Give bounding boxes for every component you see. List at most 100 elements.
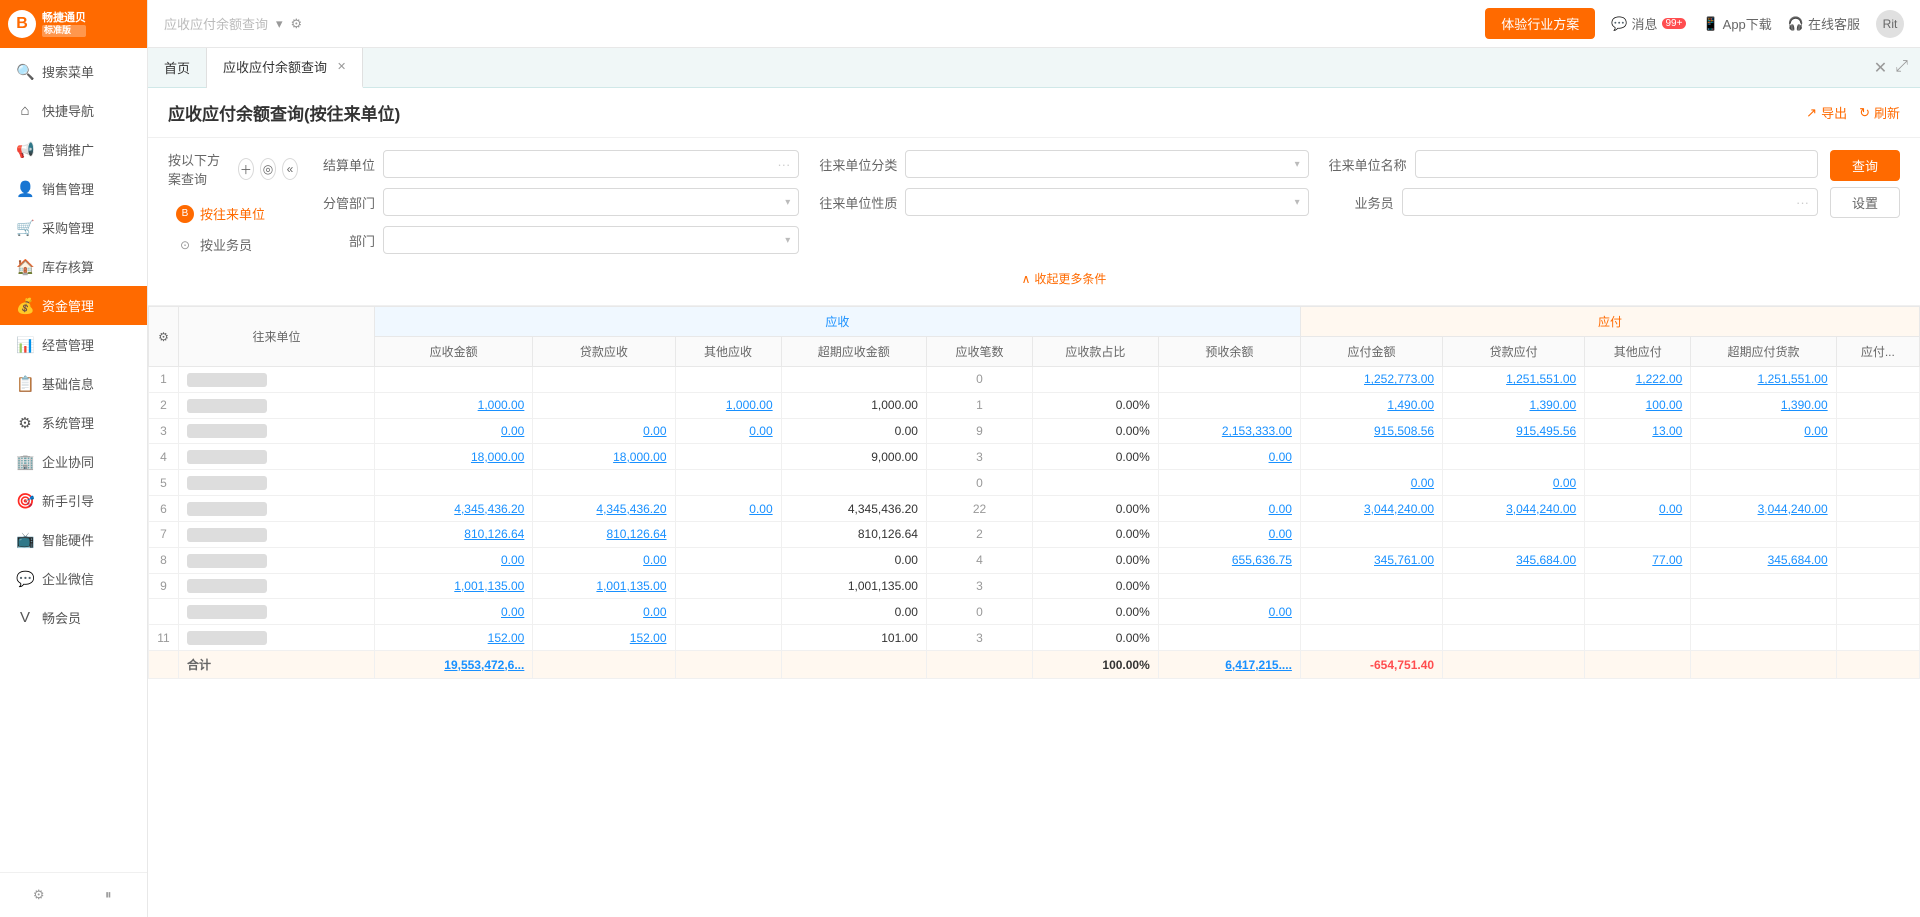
chevron-down-icon: ▾	[1295, 159, 1300, 170]
payable-more-header: 应付...	[1836, 337, 1919, 367]
receivable-ratio-header: 应收款占比	[1033, 337, 1159, 367]
search-icon: 🔍	[16, 63, 34, 81]
sidebar-item-sales[interactable]: 👤 销售管理	[0, 169, 147, 208]
trial-button[interactable]: 体验行业方案	[1485, 8, 1595, 39]
sidebar-item-search[interactable]: 🔍 搜索菜单	[0, 52, 147, 91]
dept-select[interactable]: ▾	[383, 226, 799, 254]
settings-button[interactable]: ⚙	[8, 881, 70, 909]
chevron-down-icon[interactable]: ▾	[276, 16, 283, 32]
sidebar-item-inventory[interactable]: 🏠 库存核算	[0, 247, 147, 286]
table-row: 7████████810,126.64810,126.64810,126.642…	[149, 521, 1920, 547]
blurred-cell: ████████	[179, 521, 375, 547]
messages-button[interactable]: 💬 消息 99+	[1611, 14, 1686, 33]
blurred-cell: ████████	[179, 599, 375, 625]
sidebar-item-basic[interactable]: 📋 基础信息	[0, 364, 147, 403]
total-payable-amount: -654,751.40	[1300, 651, 1442, 679]
tab-bar: 首页 应收应付余额查询 ✕ ✕ ⤢	[148, 48, 1920, 88]
sidebar-item-system[interactable]: ⚙ 系统管理	[0, 403, 147, 442]
sidebar-item-guide[interactable]: 🎯 新手引导	[0, 481, 147, 520]
receivable-group-header: 应收	[374, 307, 1300, 337]
scheme-by-unit[interactable]: B 按往来单位	[168, 198, 298, 229]
tab-close-icon[interactable]: ✕	[337, 60, 346, 73]
target-scheme-button[interactable]: ◎	[260, 158, 276, 180]
export-icon: ↗	[1806, 105, 1817, 121]
filter-unit-nature: 往来单位性质 ▾	[819, 188, 1308, 216]
blurred-cell: ████████	[179, 496, 375, 522]
total-receivable-amount[interactable]: 19,553,472,6...	[374, 651, 532, 679]
sidebar-item-purchase[interactable]: 🛒 采购管理	[0, 208, 147, 247]
blurred-cell: ████████	[179, 367, 375, 393]
filter-dept-manage: 分管部门 ▾	[310, 188, 799, 216]
scheme-panel: 按以下方案查询 ＋ ◎ « B 按往来单位 ⊙ 按业务员	[168, 150, 298, 293]
total-advance-balance[interactable]: 6,417,215....	[1158, 651, 1300, 679]
col-setting-th[interactable]: ⚙	[149, 307, 179, 367]
receivable-amount-header: 应收金额	[374, 337, 532, 367]
collapse-scheme-button[interactable]: «	[282, 158, 298, 180]
settings-icon[interactable]: ⚙	[291, 16, 303, 32]
other-receivable-header: 其他应收	[675, 337, 781, 367]
dept-manage-select[interactable]: ▾	[383, 188, 799, 216]
app-download-button[interactable]: 📱 App下载	[1702, 14, 1771, 33]
content: 应收应付余额查询(按往来单位) ↗ 导出 ↻ 刷新 按以下方案查询	[148, 88, 1920, 917]
sidebar-item-hardware[interactable]: 📺 智能硬件	[0, 520, 147, 559]
table-row: 8████████0.000.000.0040.00%655,636.75345…	[149, 547, 1920, 573]
blurred-cell: ████████	[179, 625, 375, 651]
filter-salesperson: 业务员 ···	[1329, 188, 1818, 216]
total-receivable-ratio: 100.00%	[1033, 651, 1159, 679]
close-window-icon[interactable]: ✕	[1874, 58, 1887, 78]
filter-settlement: 结算单位 ···	[310, 150, 799, 178]
total-label: 合计	[179, 651, 375, 679]
breadcrumb-text: 应收应付余额查询	[164, 14, 268, 33]
overdue-receivable-header: 超期应收金额	[781, 337, 926, 367]
customer-service-button[interactable]: 🎧 在线客服	[1788, 14, 1860, 33]
service-icon: 🎧	[1788, 16, 1804, 32]
query-button[interactable]: 查询	[1830, 150, 1900, 181]
filter-unit-name: 往来单位名称	[1329, 150, 1818, 178]
page-header: 应收应付余额查询(按往来单位) ↗ 导出 ↻ 刷新	[148, 88, 1920, 138]
blurred-cell: ████████	[179, 547, 375, 573]
blurred-cell: ████████	[179, 470, 375, 496]
sidebar-item-finance[interactable]: 💰 资金管理	[0, 286, 147, 325]
tab-query[interactable]: 应收应付余额查询 ✕	[207, 48, 363, 88]
advance-balance-header: 预收余额	[1158, 337, 1300, 367]
unit-name-input[interactable]	[1415, 150, 1818, 178]
collapse-more-button[interactable]: ∧ 收起更多条件	[1016, 264, 1113, 293]
sidebar-item-operation[interactable]: 📊 经营管理	[0, 325, 147, 364]
operation-icon: 📊	[16, 336, 34, 354]
blurred-cell: ████████	[179, 573, 375, 599]
data-table: ⚙ 往来单位 应收 应付 应收金额 贷款应收 其他应收 超期应收金额 应收笔数 …	[148, 306, 1920, 679]
settlement-input[interactable]: ···	[383, 150, 799, 178]
unit-category-select[interactable]: ▾	[905, 150, 1308, 178]
unit-nature-select[interactable]: ▾	[905, 188, 1308, 216]
message-icon: 💬	[1611, 16, 1627, 32]
sidebar-item-wechat[interactable]: 💬 企业微信	[0, 559, 147, 598]
page-header-actions: ↗ 导出 ↻ 刷新	[1806, 103, 1900, 122]
add-scheme-button[interactable]: ＋	[238, 158, 254, 180]
sidebar-item-marketing[interactable]: 📢 营销推广	[0, 130, 147, 169]
logo-text: 畅捷通贝 标准版	[42, 11, 86, 37]
header-actions: 体验行业方案 💬 消息 99+ 📱 App下载 🎧 在线客服 Rit	[1485, 8, 1904, 39]
hardware-icon: 📺	[16, 531, 34, 549]
refresh-button[interactable]: ↻ 刷新	[1859, 103, 1900, 122]
marketing-icon: 📢	[16, 141, 34, 159]
setting-button[interactable]: 设置	[1830, 187, 1900, 218]
blurred-cell: ████████	[179, 392, 375, 418]
sidebar-item-quick[interactable]: ⌂ 快捷导航	[0, 91, 147, 130]
filter-fields: 结算单位 ··· 往来单位分类 ▾ 往来单位名称	[310, 150, 1818, 293]
maximize-icon[interactable]: ⤢	[1895, 58, 1908, 78]
sidebar-item-member[interactable]: V 畅会员	[0, 598, 147, 637]
collapse-button[interactable]: ⏸	[78, 881, 140, 909]
table-row: 3████████0.000.000.000.0090.00%2,153,333…	[149, 418, 1920, 444]
export-button[interactable]: ↗ 导出	[1806, 103, 1847, 122]
inventory-icon: 🏠	[16, 258, 34, 276]
table-row: 2████████1,000.001,000.001,000.0010.00%1…	[149, 392, 1920, 418]
tab-home[interactable]: 首页	[148, 48, 207, 88]
table-row: 9████████1,001,135.001,001,135.001,001,1…	[149, 573, 1920, 599]
sidebar-item-company[interactable]: 🏢 企业协同	[0, 442, 147, 481]
filter-label: 按以下方案查询	[168, 150, 232, 188]
scheme-by-staff[interactable]: ⊙ 按业务员	[168, 229, 298, 260]
user-avatar[interactable]: Rit	[1876, 10, 1904, 38]
dots-icon: ···	[777, 157, 790, 172]
salesperson-input[interactable]: ···	[1402, 188, 1818, 216]
filter-action-buttons: 查询 设置	[1830, 150, 1900, 293]
